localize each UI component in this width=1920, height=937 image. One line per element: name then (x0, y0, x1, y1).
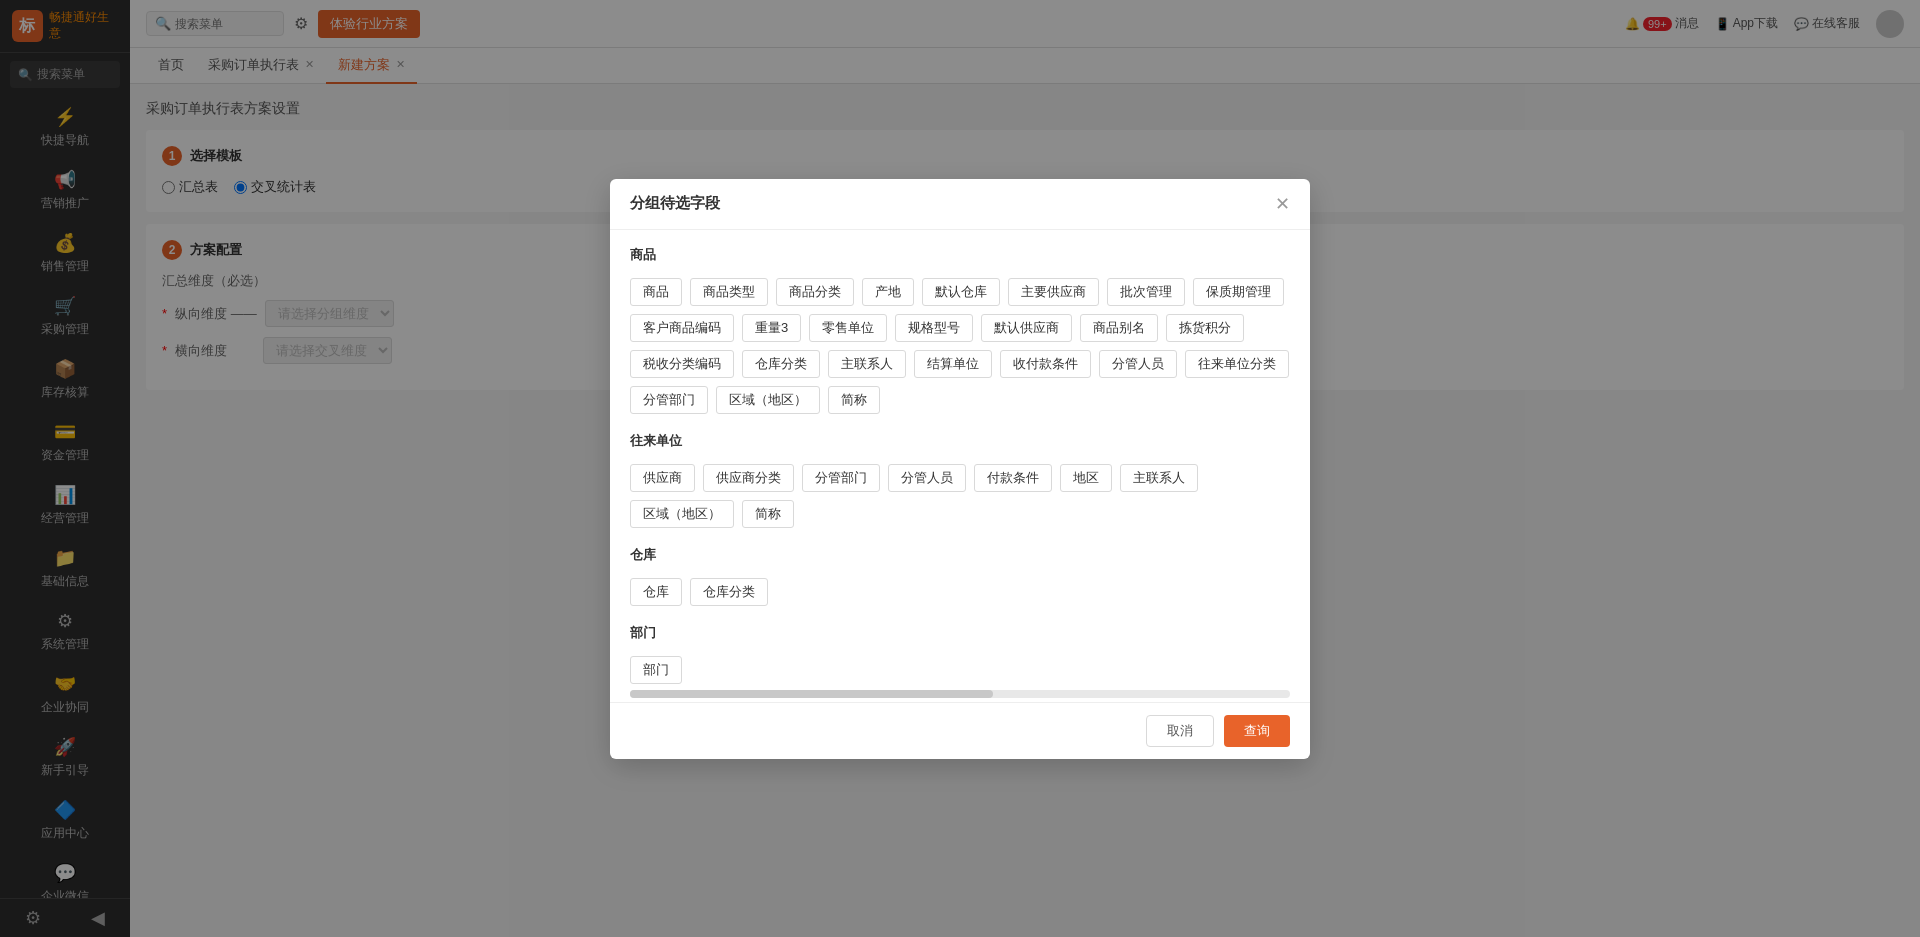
tag-wh-category[interactable]: 仓库分类 (690, 578, 768, 606)
section-warehouse-title: 仓库 (630, 546, 1290, 568)
modal-cancel-button[interactable]: 取消 (1146, 715, 1214, 747)
tag-warehouse-category[interactable]: 仓库分类 (742, 350, 820, 378)
tag-supplier[interactable]: 供应商 (630, 464, 695, 492)
tag-cp-manager[interactable]: 分管人员 (888, 464, 966, 492)
section-goods-title: 商品 (630, 246, 1290, 268)
tag-tax-category[interactable]: 税收分类编码 (630, 350, 734, 378)
tag-default-warehouse[interactable]: 默认仓库 (922, 278, 1000, 306)
tag-retail-unit[interactable]: 零售单位 (809, 314, 887, 342)
modal-header: 分组待选字段 ✕ (610, 179, 1310, 230)
modal-title: 分组待选字段 (630, 194, 720, 213)
field-select-modal: 分组待选字段 ✕ 商品 商品 商品类型 商品分类 产地 默认 (610, 179, 1310, 759)
tag-goods-category[interactable]: 商品分类 (776, 278, 854, 306)
tag-pick-points[interactable]: 拣货积分 (1166, 314, 1244, 342)
tag-area[interactable]: 地区 (1060, 464, 1112, 492)
tag-spec-model[interactable]: 规格型号 (895, 314, 973, 342)
tag-batch-mgmt[interactable]: 批次管理 (1107, 278, 1185, 306)
tag-supplier-category[interactable]: 供应商分类 (703, 464, 794, 492)
tag-cp-main-contact[interactable]: 主联系人 (1120, 464, 1198, 492)
section-goods: 商品 商品 商品类型 商品分类 产地 默认仓库 主要供应商 批次管理 保质期管理 (630, 246, 1290, 414)
tag-main-contact[interactable]: 主联系人 (828, 350, 906, 378)
tag-cp-region[interactable]: 区域（地区） (630, 500, 734, 528)
tag-goods-type[interactable]: 商品类型 (690, 278, 768, 306)
tag-dept[interactable]: 分管部门 (630, 386, 708, 414)
modal-confirm-button[interactable]: 查询 (1224, 715, 1290, 747)
section-warehouse-tags: 仓库 仓库分类 (630, 578, 1290, 606)
section-warehouse: 仓库 仓库 仓库分类 (630, 546, 1290, 606)
modal-hscroll-bar[interactable] (610, 686, 1310, 701)
modal-body: 商品 商品 商品类型 商品分类 产地 默认仓库 主要供应商 批次管理 保质期管理 (610, 230, 1310, 687)
tag-default-supplier[interactable]: 默认供应商 (981, 314, 1072, 342)
tag-cp-dept[interactable]: 分管部门 (802, 464, 880, 492)
section-counterpart-tags: 供应商 供应商分类 分管部门 分管人员 付款条件 地区 主联系人 区域（地区） … (630, 464, 1290, 528)
tag-abbrev[interactable]: 简称 (828, 386, 880, 414)
modal-close-button[interactable]: ✕ (1275, 193, 1290, 215)
tag-shelf-life[interactable]: 保质期管理 (1193, 278, 1284, 306)
section-counterpart: 往来单位 供应商 供应商分类 分管部门 分管人员 付款条件 地区 主联系人 区域… (630, 432, 1290, 528)
modal-overlay: 分组待选字段 ✕ 商品 商品 商品类型 商品分类 产地 默认 (130, 84, 1920, 937)
section-counterpart-title: 往来单位 (630, 432, 1290, 454)
page-content: 采购订单执行表方案设置 1 选择模板 汇总表 交叉统计表 (130, 84, 1920, 937)
section-goods-tags: 商品 商品类型 商品分类 产地 默认仓库 主要供应商 批次管理 保质期管理 客户… (630, 278, 1290, 414)
tag-origin[interactable]: 产地 (862, 278, 914, 306)
tag-goods[interactable]: 商品 (630, 278, 682, 306)
tag-main-supplier[interactable]: 主要供应商 (1008, 278, 1099, 306)
tag-cp-abbrev[interactable]: 简称 (742, 500, 794, 528)
section-department-title: 部门 (630, 624, 1290, 646)
tag-customer-sku[interactable]: 客户商品编码 (630, 314, 734, 342)
tag-goods-alias[interactable]: 商品别名 (1080, 314, 1158, 342)
tag-warehouse[interactable]: 仓库 (630, 578, 682, 606)
section-department: 部门 部门 (630, 624, 1290, 684)
modal-footer: 取消 查询 (610, 702, 1310, 759)
tag-counterpart-category[interactable]: 往来单位分类 (1185, 350, 1289, 378)
tag-payment-terms[interactable]: 收付款条件 (1000, 350, 1091, 378)
tag-weight3[interactable]: 重量3 (742, 314, 801, 342)
tag-payment-cond[interactable]: 付款条件 (974, 464, 1052, 492)
tag-department[interactable]: 部门 (630, 656, 682, 684)
tag-manager[interactable]: 分管人员 (1099, 350, 1177, 378)
section-department-tags: 部门 (630, 656, 1290, 684)
tag-region[interactable]: 区域（地区） (716, 386, 820, 414)
main-area: 🔍 ⚙ 体验行业方案 🔔 99+ 消息 📱 App下载 💬 在 (130, 0, 1920, 937)
tag-settlement-unit[interactable]: 结算单位 (914, 350, 992, 378)
